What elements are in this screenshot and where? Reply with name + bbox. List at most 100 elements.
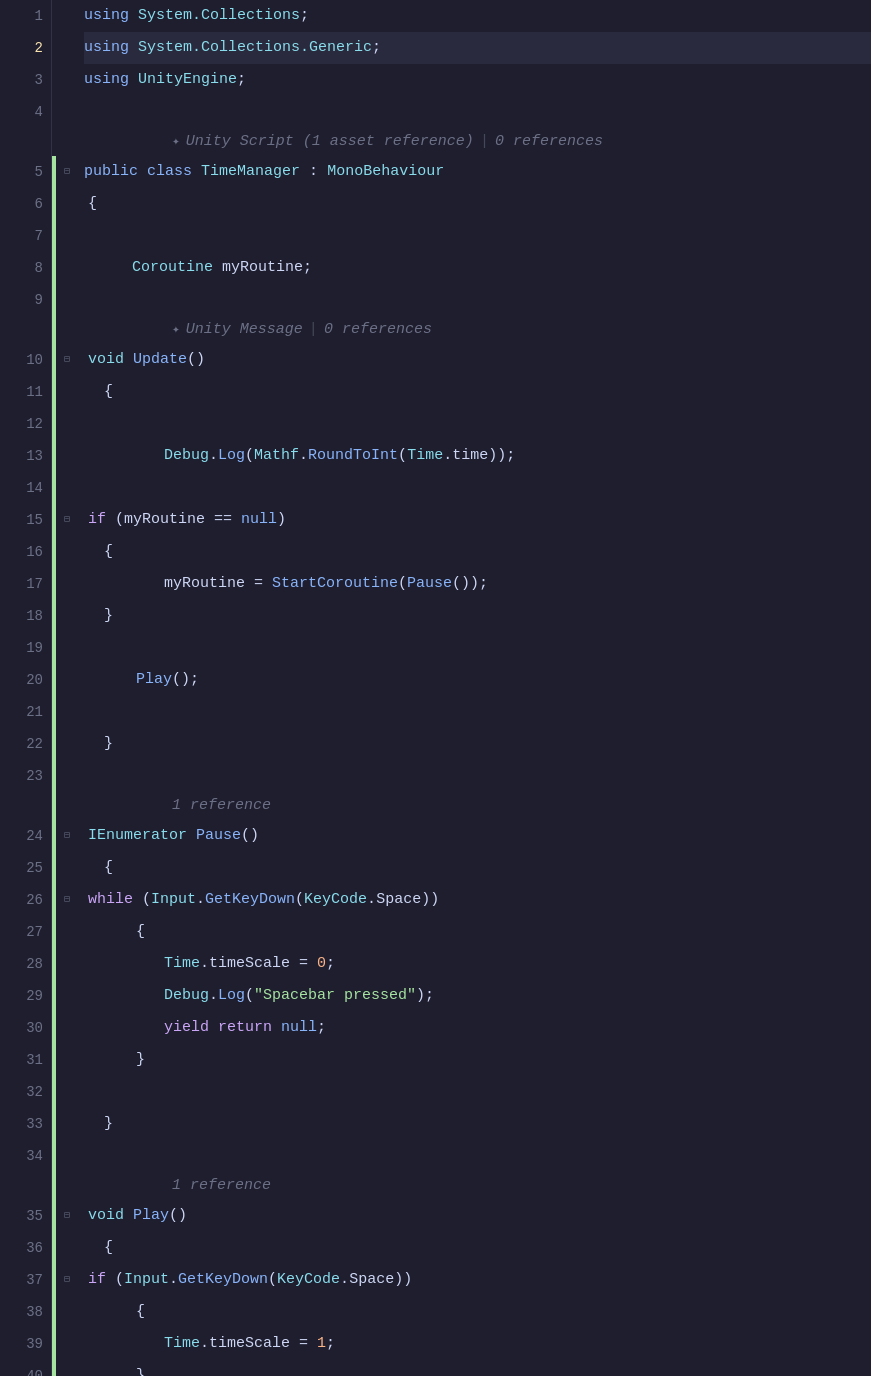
type-time-39: Time xyxy=(164,1328,200,1360)
gutter: ⊟ ⊟ ⊟ ⊟ ⊟ ⊟ ⊟ xyxy=(52,0,80,1376)
ln-11: 11 xyxy=(0,376,43,408)
code-line-20: Play (); xyxy=(84,664,871,696)
ln-7: 7 xyxy=(0,220,43,252)
code-line-32 xyxy=(84,1076,871,1108)
kw-class-5: class xyxy=(147,156,192,188)
ln-30: 30 xyxy=(0,1012,43,1044)
type-void-35: void xyxy=(88,1200,124,1232)
code-line-4 xyxy=(84,96,871,128)
code-line-28: Time . timeScale = 0 ; xyxy=(84,948,871,980)
ln-37: 37 xyxy=(0,1264,43,1296)
method-update: Update xyxy=(133,344,187,376)
meta-line-1ref-play: 1 reference xyxy=(84,1172,871,1200)
kw-while-26: while xyxy=(88,884,133,916)
code-line-33: } xyxy=(84,1108,871,1140)
code-line-36: { xyxy=(84,1232,871,1264)
ln-5: 5 xyxy=(0,156,43,188)
ln-18: 18 xyxy=(0,600,43,632)
code-line-34 xyxy=(84,1140,871,1172)
meta-unity-message-text: Unity Message xyxy=(186,316,303,344)
code-line-31: } xyxy=(84,1044,871,1076)
ln-32: 32 xyxy=(0,1076,43,1108)
code-line-1: using System.Collections ; xyxy=(84,0,871,32)
code-line-7 xyxy=(84,220,871,252)
method-getkeydown-26: GetKeyDown xyxy=(205,884,295,916)
space xyxy=(129,64,138,96)
ln-meta1 xyxy=(0,128,43,156)
ln-meta3 xyxy=(0,792,43,820)
brace-close-31: } xyxy=(136,1044,145,1076)
ln-1: 1 xyxy=(0,0,43,32)
brace-open-36: { xyxy=(104,1232,113,1264)
ln-2: 💡 2 xyxy=(0,32,43,64)
meta-line-unity-script: ✦ Unity Script (1 asset reference) | 0 r… xyxy=(84,128,871,156)
fold-btn-35[interactable]: ⊟ xyxy=(58,1200,76,1232)
kw-using-2: using xyxy=(84,32,129,64)
type-debug-13: Debug xyxy=(164,440,209,472)
fold-btn-10[interactable]: ⊟ xyxy=(58,344,76,376)
ln-10: 10 xyxy=(0,344,43,376)
code-line-35: void Play () xyxy=(84,1200,871,1232)
kw-using-3: using xyxy=(84,64,129,96)
ln-3: 3 xyxy=(0,64,43,96)
ln-20: 20 xyxy=(0,664,43,696)
brace-close-22: } xyxy=(104,728,113,760)
type-system-collections: System.Collections xyxy=(138,0,300,32)
code-line-26: while ( Input . GetKeyDown ( KeyCode . S… xyxy=(84,884,871,916)
unity-message-icon: ✦ xyxy=(172,316,180,344)
meta-separator-2: | xyxy=(309,316,318,344)
semi-2: ; xyxy=(372,32,381,64)
ident-space-26: Space xyxy=(376,884,421,916)
ln-14: 14 xyxy=(0,472,43,504)
code-line-12 xyxy=(84,408,871,440)
meta-1ref-text: 1 reference xyxy=(172,792,271,820)
method-pause-24: Pause xyxy=(196,820,241,852)
fold-btn-15[interactable]: ⊟ xyxy=(58,504,76,536)
ln-21: 21 xyxy=(0,696,43,728)
ln-40: 40 xyxy=(0,1360,43,1376)
ln-16: 16 xyxy=(0,536,43,568)
code-line-11: { xyxy=(84,376,871,408)
fold-btn-5[interactable]: ⊟ xyxy=(58,156,76,188)
code-line-9 xyxy=(84,284,871,316)
meta-separator-1: | xyxy=(480,128,489,156)
type-keycode-26: KeyCode xyxy=(304,884,367,916)
kw-if-37: if xyxy=(88,1264,106,1296)
code-line-39: Time . timeScale = 1 ; xyxy=(84,1328,871,1360)
type-time-28: Time xyxy=(164,948,200,980)
str-spacebar-pressed: "Spacebar pressed" xyxy=(254,980,416,1012)
kw-if-15: if xyxy=(88,504,106,536)
ln-9: 9 xyxy=(0,284,43,316)
ident-timescale-28: timeScale xyxy=(209,948,290,980)
ident-myroutine: myRoutine xyxy=(222,252,303,284)
semi-8: ; xyxy=(303,252,312,284)
type-ienumerator: IEnumerator xyxy=(88,820,187,852)
fold-btn-24[interactable]: ⊟ xyxy=(58,820,76,852)
fold-btn-37[interactable]: ⊟ xyxy=(58,1264,76,1296)
brace-open-11: { xyxy=(104,376,113,408)
code-line-2: using System.Collections.Generic ; xyxy=(84,32,871,64)
type-input-26: Input xyxy=(151,884,196,916)
type-input-37: Input xyxy=(124,1264,169,1296)
brace-close-33: } xyxy=(104,1108,113,1140)
code-line-38: { xyxy=(84,1296,871,1328)
fold-btn-26[interactable]: ⊟ xyxy=(58,884,76,916)
code-line-10: void Update () xyxy=(84,344,871,376)
method-log-29: Log xyxy=(218,980,245,1012)
ln-6: 6 xyxy=(0,188,43,220)
line-numbers: 1 💡 2 3 4 5 6 7 8 9 10 11 12 13 14 15 16… xyxy=(0,0,52,1376)
space xyxy=(129,32,138,64)
brace-close-18: } xyxy=(104,600,113,632)
code-line-23 xyxy=(84,760,871,792)
meta-line-unity-message: ✦ Unity Message | 0 references xyxy=(84,316,871,344)
code-line-24: IEnumerator Pause () xyxy=(84,820,871,852)
meta-zero-refs-2: 0 references xyxy=(324,316,432,344)
type-timemanager: TimeManager xyxy=(201,156,300,188)
kw-public-5: public xyxy=(84,156,138,188)
brace-open-38: { xyxy=(136,1296,145,1328)
brace-open-16: { xyxy=(104,536,113,568)
ln-25: 25 xyxy=(0,852,43,884)
ln-19: 19 xyxy=(0,632,43,664)
ln-39: 39 xyxy=(0,1328,43,1360)
type-debug-29: Debug xyxy=(164,980,209,1012)
